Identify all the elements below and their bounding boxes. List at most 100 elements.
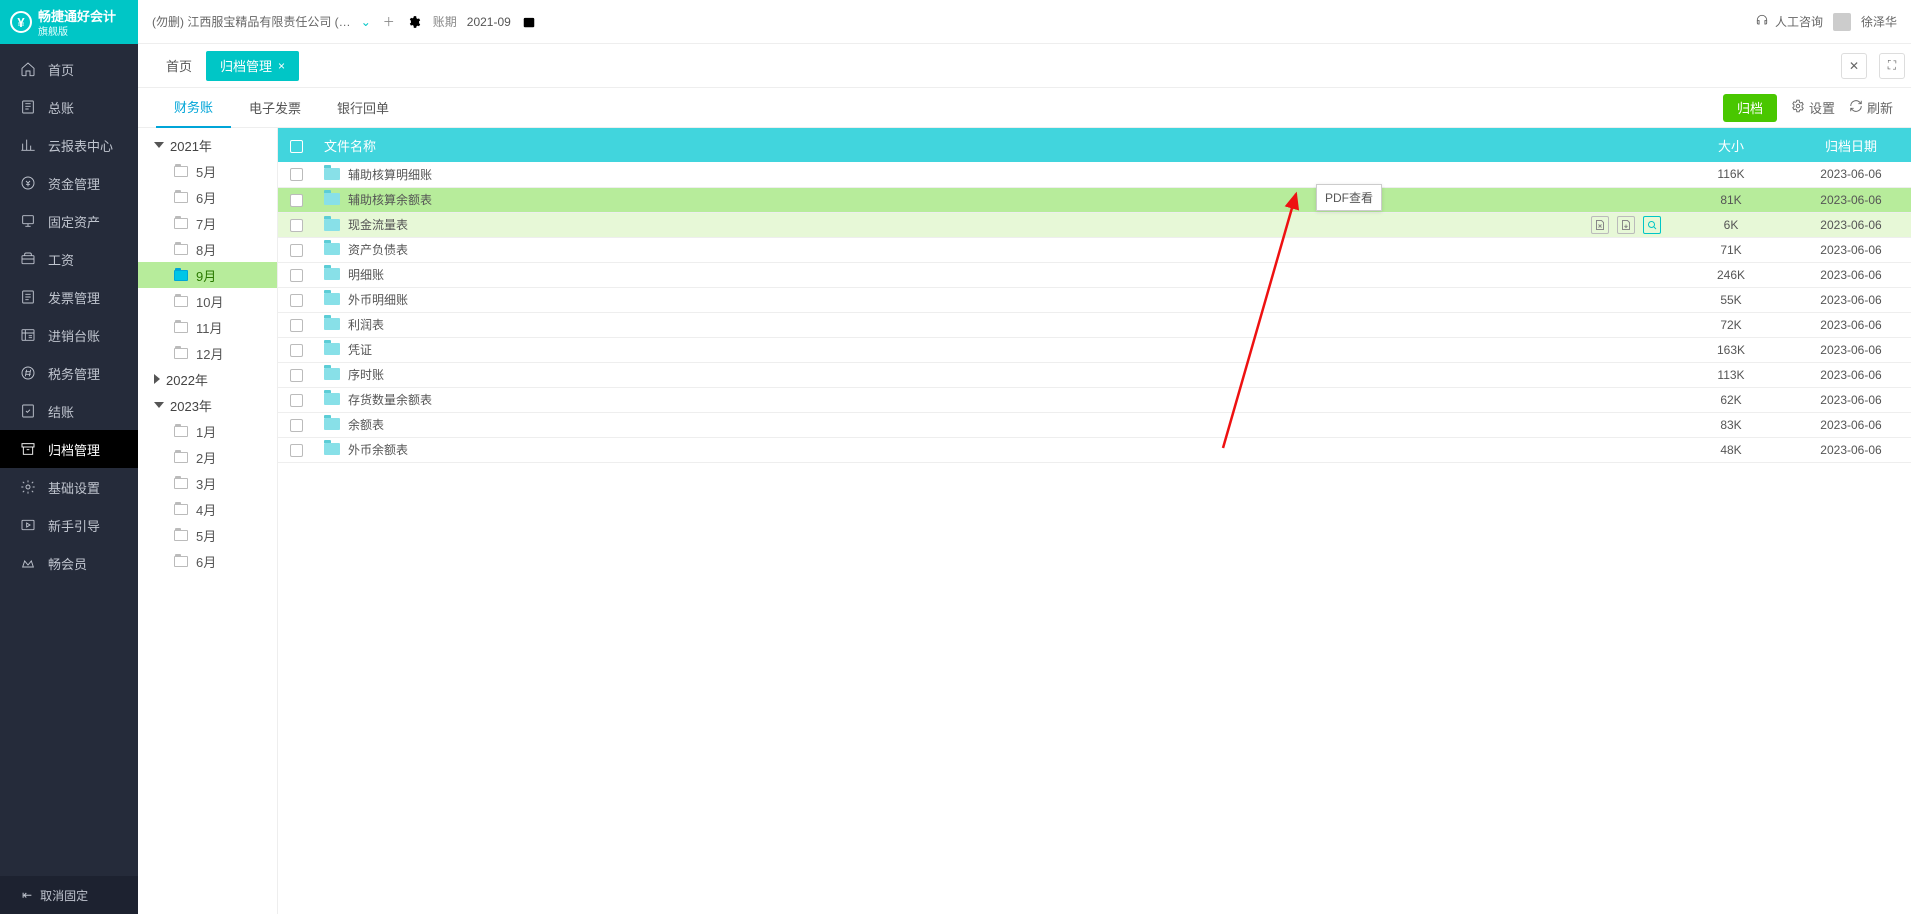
- nav-item-jxc[interactable]: 进销台账: [0, 316, 138, 354]
- file-name: 凭证: [348, 341, 372, 358]
- row-checkbox[interactable]: [290, 319, 303, 332]
- header-name: 文件名称: [314, 128, 1671, 162]
- period-value[interactable]: 2021-09: [467, 15, 511, 29]
- nav-label: 税务管理: [48, 364, 100, 383]
- table-row[interactable]: 外币余额表48K2023-06-06: [278, 437, 1911, 462]
- tree-month[interactable]: 9月: [138, 262, 277, 288]
- page-tab[interactable]: 首页: [152, 51, 206, 81]
- close-all-tabs-button[interactable]: ✕: [1841, 53, 1867, 79]
- tree-month[interactable]: 5月: [138, 158, 277, 184]
- row-checkbox[interactable]: [290, 219, 303, 232]
- nav-item-funds[interactable]: 资金管理: [0, 164, 138, 202]
- tree-month[interactable]: 3月: [138, 470, 277, 496]
- table-row[interactable]: 明细账246K2023-06-06: [278, 262, 1911, 287]
- archive-button[interactable]: 归档: [1723, 94, 1777, 122]
- row-checkbox[interactable]: [290, 344, 303, 357]
- subtab[interactable]: 银行回单: [319, 88, 407, 128]
- tree-month[interactable]: 2月: [138, 444, 277, 470]
- nav-item-guide[interactable]: 新手引导: [0, 506, 138, 544]
- tree-year[interactable]: 2023年: [138, 392, 277, 418]
- chevron-down-icon[interactable]: ⌄: [361, 15, 371, 29]
- tree-month[interactable]: 6月: [138, 548, 277, 574]
- table-row[interactable]: 外币明细账55K2023-06-06: [278, 287, 1911, 312]
- tree-month[interactable]: 7月: [138, 210, 277, 236]
- folder-icon: [174, 530, 188, 541]
- download-excel-icon[interactable]: [1591, 216, 1609, 234]
- unpin-label: 取消固定: [40, 887, 88, 904]
- table-row[interactable]: 余额表83K2023-06-06: [278, 412, 1911, 437]
- add-icon[interactable]: ＋: [381, 14, 397, 30]
- nav-item-ledger[interactable]: 总账: [0, 88, 138, 126]
- row-checkbox[interactable]: [290, 444, 303, 457]
- nav-item-tax[interactable]: 税务管理: [0, 354, 138, 392]
- table-row[interactable]: 现金流量表6K2023-06-06: [278, 212, 1911, 237]
- subtab[interactable]: 财务账: [156, 88, 231, 128]
- tree-month[interactable]: 10月: [138, 288, 277, 314]
- tree-month[interactable]: 5月: [138, 522, 277, 548]
- table-row[interactable]: 凭证163K2023-06-06: [278, 337, 1911, 362]
- tree-month[interactable]: 6月: [138, 184, 277, 210]
- refresh-link[interactable]: 刷新: [1849, 98, 1893, 117]
- subtab[interactable]: 电子发票: [231, 88, 319, 128]
- file-size: 116K: [1671, 162, 1791, 187]
- brand-edition: 旗舰版: [38, 23, 116, 38]
- file-name: 辅助核算明细账: [348, 166, 432, 183]
- file-size: 48K: [1671, 437, 1791, 462]
- nav-item-assets[interactable]: 固定资产: [0, 202, 138, 240]
- row-checkbox[interactable]: [290, 168, 303, 181]
- archive-date: 2023-06-06: [1791, 287, 1911, 312]
- tree-month[interactable]: 1月: [138, 418, 277, 444]
- nav-item-report[interactable]: 云报表中心: [0, 126, 138, 164]
- table-row[interactable]: 资产负债表71K2023-06-06: [278, 237, 1911, 262]
- nav-label: 资金管理: [48, 174, 100, 193]
- table-row[interactable]: 辅助核算明细账116K2023-06-06: [278, 162, 1911, 187]
- row-checkbox[interactable]: [290, 369, 303, 382]
- row-checkbox[interactable]: [290, 394, 303, 407]
- avatar[interactable]: [1833, 13, 1851, 31]
- row-checkbox[interactable]: [290, 194, 303, 207]
- jxc-icon: [20, 327, 36, 343]
- gear-icon[interactable]: [407, 14, 423, 30]
- nav-item-archive[interactable]: 归档管理: [0, 430, 138, 468]
- folder-icon: [174, 348, 188, 359]
- nav-item-settings[interactable]: 基础设置: [0, 468, 138, 506]
- nav-item-home[interactable]: 首页: [0, 50, 138, 88]
- fullscreen-button[interactable]: ⛶: [1879, 53, 1905, 79]
- view-pdf-icon[interactable]: [1643, 216, 1661, 234]
- nav-item-closing[interactable]: 结账: [0, 392, 138, 430]
- row-checkbox[interactable]: [290, 244, 303, 257]
- header-size: 大小: [1671, 128, 1791, 162]
- tree-month[interactable]: 4月: [138, 496, 277, 522]
- table-row[interactable]: 存货数量余额表62K2023-06-06: [278, 387, 1911, 412]
- header-checkbox[interactable]: [278, 128, 314, 162]
- sidebar-unpin[interactable]: ⇤ 取消固定: [0, 876, 138, 914]
- close-icon[interactable]: ×: [278, 59, 285, 73]
- tree-year[interactable]: 2022年: [138, 366, 277, 392]
- folder-icon: [324, 243, 340, 255]
- nav-item-salary[interactable]: 工资: [0, 240, 138, 278]
- download-pdf-icon[interactable]: [1617, 216, 1635, 234]
- settings-link[interactable]: 设置: [1791, 98, 1835, 117]
- tree-year[interactable]: 2021年: [138, 132, 277, 158]
- calendar-icon[interactable]: [521, 14, 537, 30]
- table-row[interactable]: 辅助核算余额表81K2023-06-06: [278, 187, 1911, 212]
- sidebar: ¥ 畅捷通好会计 旗舰版 首页总账云报表中心资金管理固定资产工资发票管理进销台账…: [0, 0, 138, 914]
- tree-month[interactable]: 12月: [138, 340, 277, 366]
- org-selector[interactable]: (勿删) 江西服宝精品有限责任公司 (…: [152, 13, 351, 30]
- row-checkbox[interactable]: [290, 419, 303, 432]
- folder-icon: [324, 219, 340, 231]
- row-checkbox[interactable]: [290, 294, 303, 307]
- page-tab[interactable]: 归档管理×: [206, 51, 299, 81]
- row-checkbox[interactable]: [290, 269, 303, 282]
- folder-icon: [324, 168, 340, 180]
- table-row[interactable]: 利润表72K2023-06-06: [278, 312, 1911, 337]
- nav-item-member[interactable]: 畅会员: [0, 544, 138, 582]
- tree-month[interactable]: 8月: [138, 236, 277, 262]
- nav-item-invoice[interactable]: 发票管理: [0, 278, 138, 316]
- file-name: 辅助核算余额表: [348, 191, 432, 208]
- username[interactable]: 徐泽华: [1861, 13, 1897, 30]
- consult-link[interactable]: 人工咨询: [1755, 13, 1823, 30]
- file-name: 余额表: [348, 416, 384, 433]
- tree-month[interactable]: 11月: [138, 314, 277, 340]
- table-row[interactable]: 序时账113K2023-06-06: [278, 362, 1911, 387]
